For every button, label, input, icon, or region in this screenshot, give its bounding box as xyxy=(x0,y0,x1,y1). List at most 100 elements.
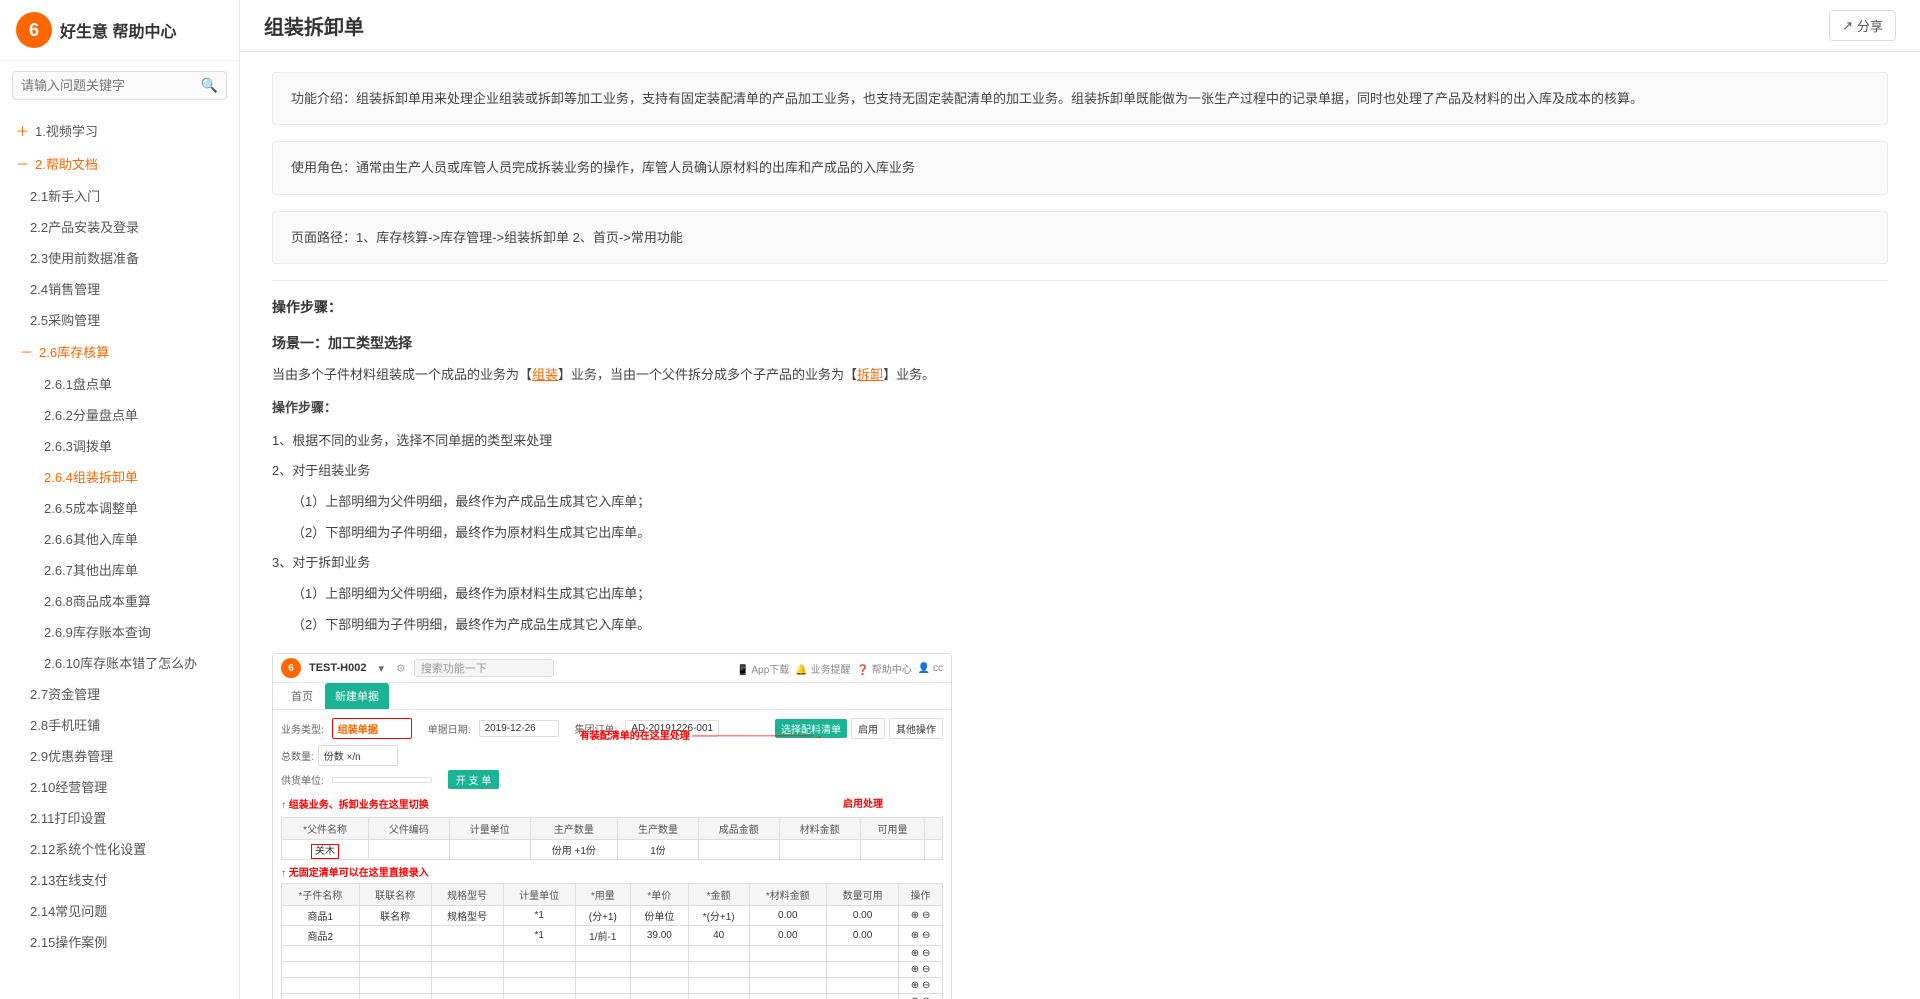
sidebar-item-label: 2.11打印设置 xyxy=(30,811,106,826)
sidebar-item-other-out[interactable]: 2.6.7其他出库单 xyxy=(0,554,239,585)
sidebar-item-helpdoc[interactable]: － 2.帮助文档 xyxy=(0,147,239,180)
sidebar-item-data-prep[interactable]: 2.3使用前数据准备 xyxy=(0,242,239,273)
ss-search-input[interactable] xyxy=(414,659,554,677)
ss-qty-label: 总数量: xyxy=(281,748,314,763)
sidebar-item-stocktake[interactable]: 2.6.1盘点单 xyxy=(0,368,239,399)
nav-section: ＋ 1.视频学习 － 2.帮助文档 2.1新手入门 2.2产品安装及登录 2.3… xyxy=(0,110,239,961)
ss-annotation-row1: 总数量: 份数 ×/n 有装配清单的在这里处理 ────────────────… xyxy=(281,745,943,766)
collapse-icon: － xyxy=(16,154,29,173)
sidebar-item-finance[interactable]: 2.7资金管理 xyxy=(0,678,239,709)
screenshot-inner: 6 TEST-H002 ▾ ⚙ 📱 App下载 🔔 业务提醒 ❓ 帮助中心 👤 … xyxy=(273,654,951,999)
sidebar-item-cost-recalc[interactable]: 2.6.8商品成本重算 xyxy=(0,585,239,616)
sidebar: 6 好生意 帮助中心 🔍 ＋ 1.视频学习 － 2.帮助文档 2.1新手入门 2… xyxy=(0,0,240,999)
sidebar-item-cost-adjust[interactable]: 2.6.5成本调整单 xyxy=(0,492,239,523)
sidebar-item-purchase[interactable]: 2.5采购管理 xyxy=(0,304,239,335)
search-input[interactable] xyxy=(21,78,201,93)
sidebar-item-label: 1.视频学习 xyxy=(35,121,98,140)
ss-ltd-5: 1/前-1 xyxy=(575,926,630,946)
ss-td-unit xyxy=(449,840,530,860)
ss-ltd-1: 商品2 xyxy=(282,926,360,946)
screenshot-container: 6 TEST-H002 ▾ ⚙ 📱 App下载 🔔 业务提醒 ❓ 帮助中心 👤 … xyxy=(272,653,952,999)
sidebar-item-label: 2.6.10库存账本错了怎么办 xyxy=(44,656,197,671)
table-row: ⊕ ⊖ xyxy=(282,962,943,978)
step3-sub2: （2）下部明细为子件明细，最终作为产成品生成其它入库单。 xyxy=(272,613,1888,638)
ss-save-btn[interactable]: 开 支 单 xyxy=(448,770,500,789)
sidebar-item-payment[interactable]: 2.13在线支付 xyxy=(0,864,239,895)
ss-th-avail: 可用量 xyxy=(860,818,925,840)
sidebar-item-label: 2.6.2分量盘点单 xyxy=(44,408,138,423)
sidebar-item-mobile[interactable]: 2.8手机旺铺 xyxy=(0,709,239,740)
ss-lth-5: *用量 xyxy=(575,884,630,906)
sidebar-item-print[interactable]: 2.11打印设置 xyxy=(0,802,239,833)
ss-icon-app: 📱 App下载 xyxy=(737,661,789,676)
ss-icon-remind: 🔔 业务提醒 xyxy=(795,661,850,676)
sidebar-item-label: 2.2产品安装及登录 xyxy=(30,220,139,235)
sidebar-item-label: 2.10经营管理 xyxy=(30,780,107,795)
ss-supply-row: 供货单位: 开 支 单 xyxy=(281,770,943,789)
ss-ann3: 启用处理 xyxy=(843,795,883,810)
ss-ann1: 有装配清单的在这里处理 ─────────────────→ xyxy=(580,727,823,742)
ss-lth-2: 联联名称 xyxy=(359,884,431,906)
sidebar-item-label: 2.帮助文档 xyxy=(35,154,98,173)
ss-other-btn[interactable]: 其他操作 xyxy=(889,718,943,739)
ss-approve-btn[interactable]: 启用 xyxy=(851,718,885,739)
ss-th-main-qty: 主产数量 xyxy=(530,818,617,840)
ss-td-avail xyxy=(860,840,925,860)
sidebar-item-inventory[interactable]: － 2.6库存核算 xyxy=(0,335,239,368)
step3: 3、对于拆卸业务 xyxy=(272,551,1888,576)
scenario-desc: 当由多个子件材料组装成一个成品的业务为【组装】业务，当由一个父件拆分成多个子产品… xyxy=(272,363,1888,388)
sidebar-item-install[interactable]: 2.2产品安装及登录 xyxy=(0,211,239,242)
sidebar-item-transfer[interactable]: 2.6.3调拨单 xyxy=(0,430,239,461)
sidebar-item-other-in[interactable]: 2.6.6其他入库单 xyxy=(0,523,239,554)
sidebar-item-label: 2.14常见问题 xyxy=(30,904,107,919)
share-button[interactable]: ↗ 分享 xyxy=(1829,10,1896,41)
ss-th-parent-code: 父件编码 xyxy=(369,818,450,840)
sidebar-item-inventory-query[interactable]: 2.6.9库存账本查询 xyxy=(0,616,239,647)
sidebar-item-newbie[interactable]: 2.1新手入门 xyxy=(0,180,239,211)
search-icon[interactable]: 🔍 xyxy=(201,77,218,94)
ss-ltd-3: 规格型号 xyxy=(431,906,503,926)
ss-lth-7: *金额 xyxy=(688,884,749,906)
table-row: 商品2 *1 1/前-1 39.00 40 0.00 0.00 ⊕ ⊖ xyxy=(282,926,943,946)
ss-topbar: 6 TEST-H002 ▾ ⚙ 📱 App下载 🔔 业务提醒 ❓ 帮助中心 👤 … xyxy=(273,654,951,683)
role-intro-block: 使用角色：通常由生产人员或库管人员完成拆装业务的操作，库管人员确认原材料的出库和… xyxy=(272,141,1888,194)
table-row: ⊕ ⊖ xyxy=(282,994,943,999)
sidebar-header: 6 好生意 帮助中心 xyxy=(0,0,239,61)
ss-lth-9: 数量可用 xyxy=(827,884,899,906)
search-box[interactable]: 🔍 xyxy=(12,71,227,100)
logo-icon: 6 xyxy=(16,12,52,48)
ss-date-value: 2019-12-26 xyxy=(479,720,559,737)
sidebar-item-label: 2.9优惠券管理 xyxy=(30,749,113,764)
ss-supply-label: 供货单位: xyxy=(281,772,324,787)
sidebar-item-label: 2.7资金管理 xyxy=(30,687,100,702)
ss-tab-new[interactable]: 新建单据 xyxy=(325,683,389,709)
scenario-title: 场景一：加工类型选择 xyxy=(272,333,1888,353)
ss-lower-table: *子件名称 联联名称 规格型号 计量单位 *用量 *单价 *金额 *材料金额 数… xyxy=(281,883,943,999)
table-row: ⊕ ⊖ xyxy=(282,978,943,994)
sidebar-item-video[interactable]: ＋ 1.视频学习 xyxy=(0,114,239,147)
sidebar-item-sales[interactable]: 2.4销售管理 xyxy=(0,273,239,304)
ss-company: TEST-H002 xyxy=(309,662,366,674)
main-content: 组装拆卸单 ↗ 分享 功能介绍：组装拆卸单用来处理企业组装或拆卸等加工业务，支持… xyxy=(240,0,1920,999)
sidebar-item-cases[interactable]: 2.15操作案例 xyxy=(0,926,239,957)
sidebar-item-business[interactable]: 2.10经营管理 xyxy=(0,771,239,802)
ss-tab-home[interactable]: 首页 xyxy=(281,683,323,709)
ss-supply-value xyxy=(332,777,432,783)
sidebar-item-faq[interactable]: 2.14常见问题 xyxy=(0,895,239,926)
sidebar-item-label: 2.6.3调拨单 xyxy=(44,439,112,454)
ss-td-prod-amt xyxy=(698,840,779,860)
ss-ltd-10: ⊕ ⊖ xyxy=(899,906,943,926)
ss-lth-1: *子件名称 xyxy=(282,884,360,906)
ss-td-code xyxy=(369,840,450,860)
sidebar-item-inventory-fix[interactable]: 2.6.10库存账本错了怎么办 xyxy=(0,647,239,678)
ss-lth-4: 计量单位 xyxy=(503,884,575,906)
ss-ltd-6: 份单位 xyxy=(630,906,688,926)
sidebar-item-personalize[interactable]: 2.12系统个性化设置 xyxy=(0,833,239,864)
sidebar-item-label: 2.6库存核算 xyxy=(39,342,109,361)
sidebar-item-assembly[interactable]: 2.6.4组装拆卸单 xyxy=(0,461,239,492)
ss-ltd-5: (分+1) xyxy=(575,906,630,926)
ss-td-name: 关木 xyxy=(282,840,369,860)
sidebar-item-partial-stocktake[interactable]: 2.6.2分量盘点单 xyxy=(0,399,239,430)
sidebar-item-coupon[interactable]: 2.9优惠券管理 xyxy=(0,740,239,771)
ss-type-value: 组装单据 xyxy=(332,718,412,739)
